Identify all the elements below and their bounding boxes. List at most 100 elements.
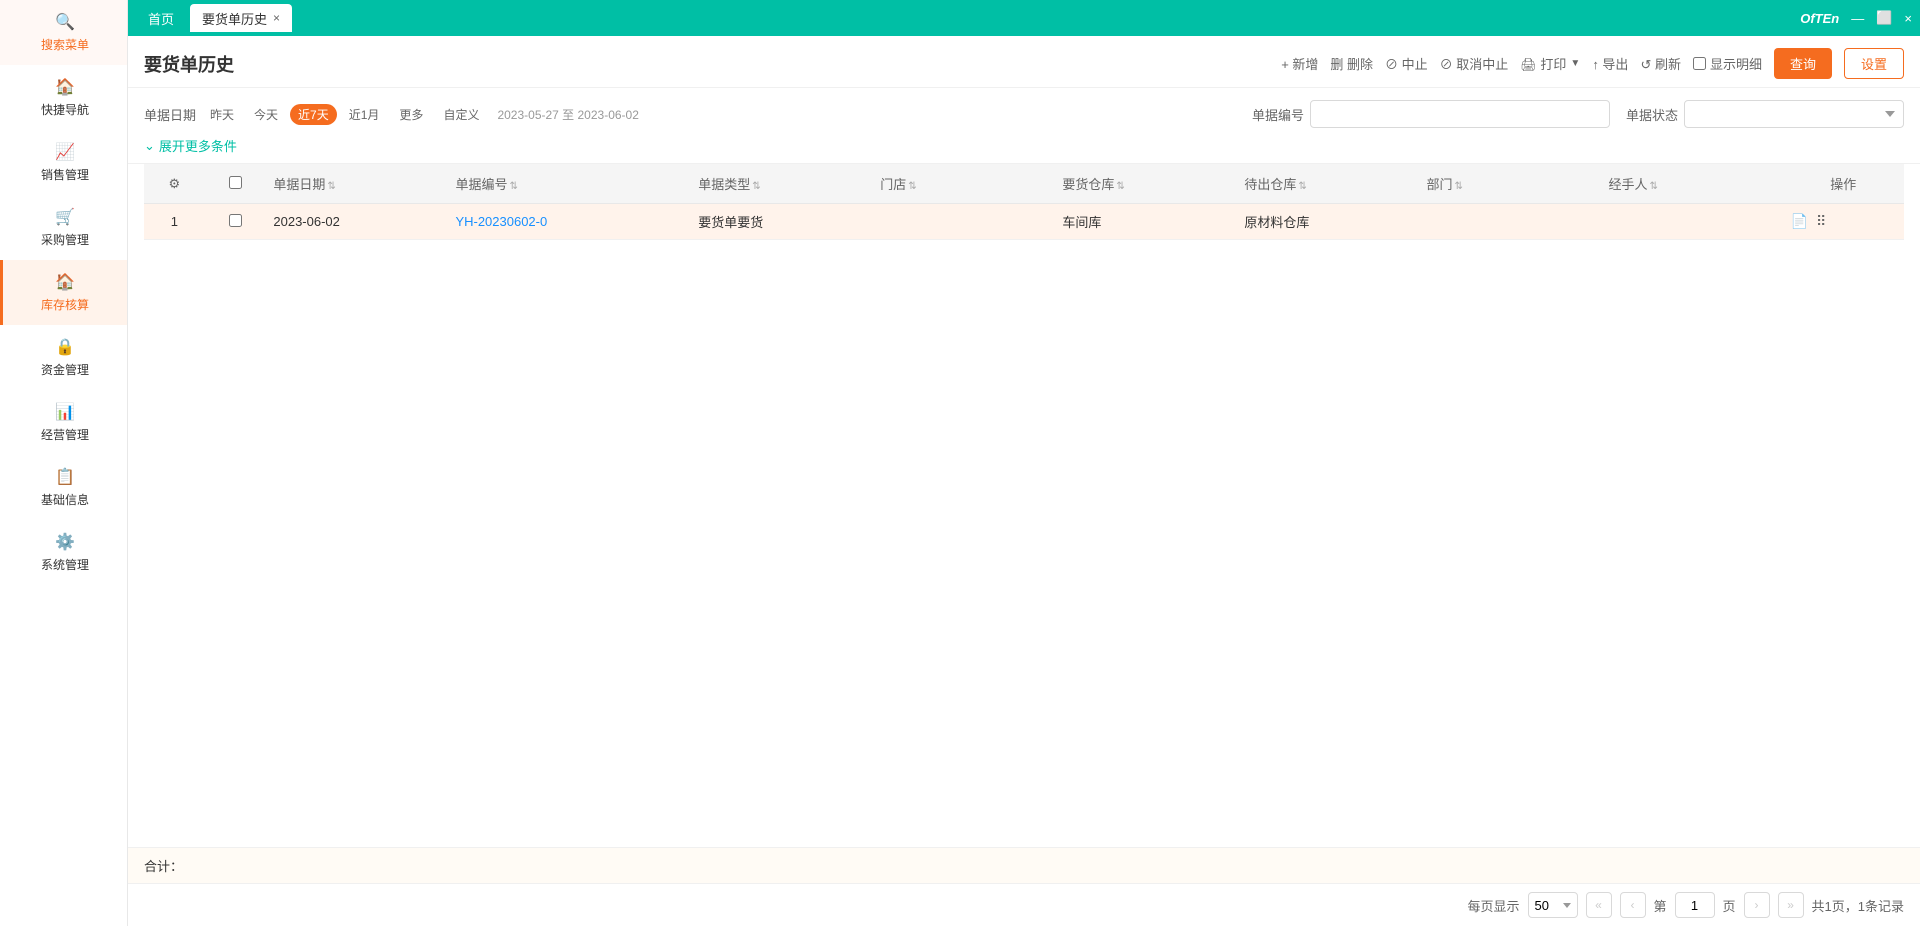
row-checkbox-0[interactable] [229, 214, 242, 227]
delete-button[interactable]: 删 删除 [1330, 54, 1373, 73]
row-dept [1418, 204, 1600, 240]
table-body: 1 2023-06-02 YH-20230602-0 要货单要货 车间库 原材料… [144, 204, 1904, 240]
sidebar-label-search: 搜索菜单 [41, 36, 89, 53]
tab-close-history[interactable]: × [273, 12, 280, 24]
status-filter: 单据状态 [1626, 100, 1904, 128]
finance-icon: 🔒 [55, 337, 75, 357]
content-area: 要货单历史 + 新增 删 删除 ⊘ 中止 ⊘ 取消中止 🖨 打印 ▼ [128, 36, 1920, 926]
first-page-btn[interactable]: « [1586, 892, 1612, 918]
sidebar-label-quick-nav: 快捷导航 [41, 101, 89, 118]
sidebar-item-quick-nav[interactable]: 🏠 快捷导航 [0, 65, 127, 130]
date-pill-last7[interactable]: 近7天 [290, 104, 337, 125]
table-row: 1 2023-06-02 YH-20230602-0 要货单要货 车间库 原材料… [144, 204, 1904, 240]
sidebar-label-operations: 经营管理 [41, 426, 89, 443]
settings-button[interactable]: 设置 [1844, 48, 1904, 79]
sidebar-label-basic-info: 基础信息 [41, 491, 89, 508]
sidebar-item-operations[interactable]: 📊 经营管理 [0, 390, 127, 455]
date-pill-yesterday[interactable]: 昨天 [202, 104, 242, 125]
date-pill-today[interactable]: 今天 [246, 104, 286, 125]
col-type[interactable]: 单据类型⇅ [690, 164, 872, 204]
filter-row-1: 单据日期 昨天今天近7天近1月更多自定义 2023-05-27 至 2023-0… [144, 100, 1904, 128]
row-no: 1 [144, 204, 205, 240]
page-header: 要货单历史 + 新增 删 删除 ⊘ 中止 ⊘ 取消中止 🖨 打印 ▼ [128, 36, 1920, 88]
export-button[interactable]: ↑ 导出 [1592, 54, 1628, 73]
col-date[interactable]: 单据日期⇅ [265, 164, 447, 204]
page-suffix: 页 [1723, 896, 1736, 915]
date-pill-custom[interactable]: 自定义 [435, 104, 487, 125]
tab-history[interactable]: 要货单历史 × [190, 4, 292, 32]
close-window-btn[interactable]: × [1904, 11, 1912, 26]
prev-page-btn[interactable]: ‹ [1620, 892, 1646, 918]
tab-home[interactable]: 首页 [136, 4, 186, 32]
stop-button[interactable]: ⊘ 中止 [1385, 54, 1428, 73]
row-handler [1601, 204, 1783, 240]
date-pills: 昨天今天近7天近1月更多自定义 [202, 104, 487, 125]
sidebar-item-system[interactable]: ⚙️ 系统管理 [0, 520, 127, 585]
sidebar-item-sales[interactable]: 📈 销售管理 [0, 130, 127, 195]
docno-input[interactable] [1310, 100, 1610, 128]
cancel-stop-button[interactable]: ⊘ 取消中止 [1440, 54, 1509, 73]
tab-label-home: 首页 [148, 9, 174, 28]
col-store[interactable]: 门店⇅ [872, 164, 1054, 204]
date-filter-label: 单据日期 [144, 105, 196, 124]
print-button[interactable]: 🖨 打印 ▼ [1520, 54, 1580, 73]
row-docno-link[interactable]: YH-20230602-0 [455, 214, 547, 229]
status-label: 单据状态 [1626, 105, 1678, 124]
refresh-button[interactable]: ↺ 刷新 [1640, 54, 1681, 73]
row-date: 2023-06-02 [265, 204, 447, 240]
col-to-wh[interactable]: 待出仓库⇅ [1236, 164, 1418, 204]
table-area: ⚙ 单据日期⇅ 单据编号⇅ 单据类型⇅ 门店⇅ 要货仓库⇅ 待出仓库⇅ 部门⇅ … [128, 164, 1920, 847]
row-checkbox-cell [205, 204, 266, 240]
basic-info-icon: 📋 [55, 467, 75, 487]
table-header-row: ⚙ 单据日期⇅ 单据编号⇅ 单据类型⇅ 门店⇅ 要货仓库⇅ 待出仓库⇅ 部门⇅ … [144, 164, 1904, 204]
sidebar-item-basic-info[interactable]: 📋 基础信息 [0, 455, 127, 520]
toolbar: + 新增 删 删除 ⊘ 中止 ⊘ 取消中止 🖨 打印 ▼ ↑ 导出 [1281, 48, 1904, 79]
row-type: 要货单要货 [690, 204, 872, 240]
status-select[interactable] [1684, 100, 1904, 128]
row-edit-icon[interactable]: 📄 [1791, 213, 1808, 230]
page-input[interactable] [1675, 892, 1715, 918]
purchase-icon: 🛒 [55, 207, 75, 227]
sidebar-label-sales: 销售管理 [41, 166, 89, 183]
per-page-select[interactable]: 50 100 [1528, 892, 1578, 918]
date-range-text: 2023-05-27 至 2023-06-02 [497, 106, 638, 123]
query-button[interactable]: 查询 [1774, 48, 1832, 79]
pagination-bar: 每页显示 50 100 « ‹ 第 页 › » 共1页，1条记录 [128, 883, 1920, 926]
row-to-wh: 原材料仓库 [1236, 204, 1418, 240]
col-handler[interactable]: 经手人⇅ [1601, 164, 1783, 204]
sidebar-item-inventory[interactable]: 🏠 库存核算 [0, 260, 127, 325]
new-button[interactable]: + 新增 [1281, 54, 1318, 73]
row-store [872, 204, 1054, 240]
show-detail-input[interactable] [1693, 57, 1706, 70]
docno-label: 单据编号 [1252, 105, 1304, 124]
last-page-btn[interactable]: » [1778, 892, 1804, 918]
date-filter: 单据日期 昨天今天近7天近1月更多自定义 2023-05-27 至 2023-0… [144, 104, 639, 125]
date-pill-last_month[interactable]: 近1月 [341, 104, 388, 125]
total-label: 合计： [144, 856, 183, 875]
per-page-label: 每页显示 [1467, 896, 1519, 915]
expand-more-btn[interactable]: ⌄ 展开更多条件 [144, 136, 1904, 155]
tab-label-history: 要货单历史 [202, 9, 267, 28]
col-ops: 操作 [1783, 164, 1904, 204]
quick-nav-icon: 🏠 [55, 77, 75, 97]
sidebar-label-finance: 资金管理 [41, 361, 89, 378]
select-all-checkbox[interactable] [229, 176, 242, 189]
tab-bar: 首页 要货单历史 × OfTEn — ⬜ × [128, 0, 1920, 36]
maximize-btn[interactable]: ⬜ [1876, 10, 1892, 26]
row-more-icon[interactable]: ⠿ [1816, 213, 1826, 230]
col-checkbox [205, 164, 266, 204]
show-detail-checkbox[interactable]: 显示明细 [1693, 54, 1762, 73]
sidebar-item-search[interactable]: 🔍 搜索菜单 [0, 0, 127, 65]
sidebar-item-finance[interactable]: 🔒 资金管理 [0, 325, 127, 390]
next-page-btn[interactable]: › [1744, 892, 1770, 918]
minimize-btn[interactable]: — [1851, 11, 1864, 26]
main-table: ⚙ 单据日期⇅ 单据编号⇅ 单据类型⇅ 门店⇅ 要货仓库⇅ 待出仓库⇅ 部门⇅ … [144, 164, 1904, 240]
row-ops: 📄 ⠿ [1783, 204, 1904, 240]
col-from-wh[interactable]: 要货仓库⇅ [1054, 164, 1236, 204]
col-dept[interactable]: 部门⇅ [1418, 164, 1600, 204]
col-docno[interactable]: 单据编号⇅ [447, 164, 690, 204]
brand-label: OfTEn [1800, 11, 1839, 26]
main-area: 首页 要货单历史 × OfTEn — ⬜ × 要货单历史 + 新增 删 删除 ⊘ 中… [128, 0, 1920, 926]
sidebar-item-purchase[interactable]: 🛒 采购管理 [0, 195, 127, 260]
date-pill-more[interactable]: 更多 [391, 104, 431, 125]
